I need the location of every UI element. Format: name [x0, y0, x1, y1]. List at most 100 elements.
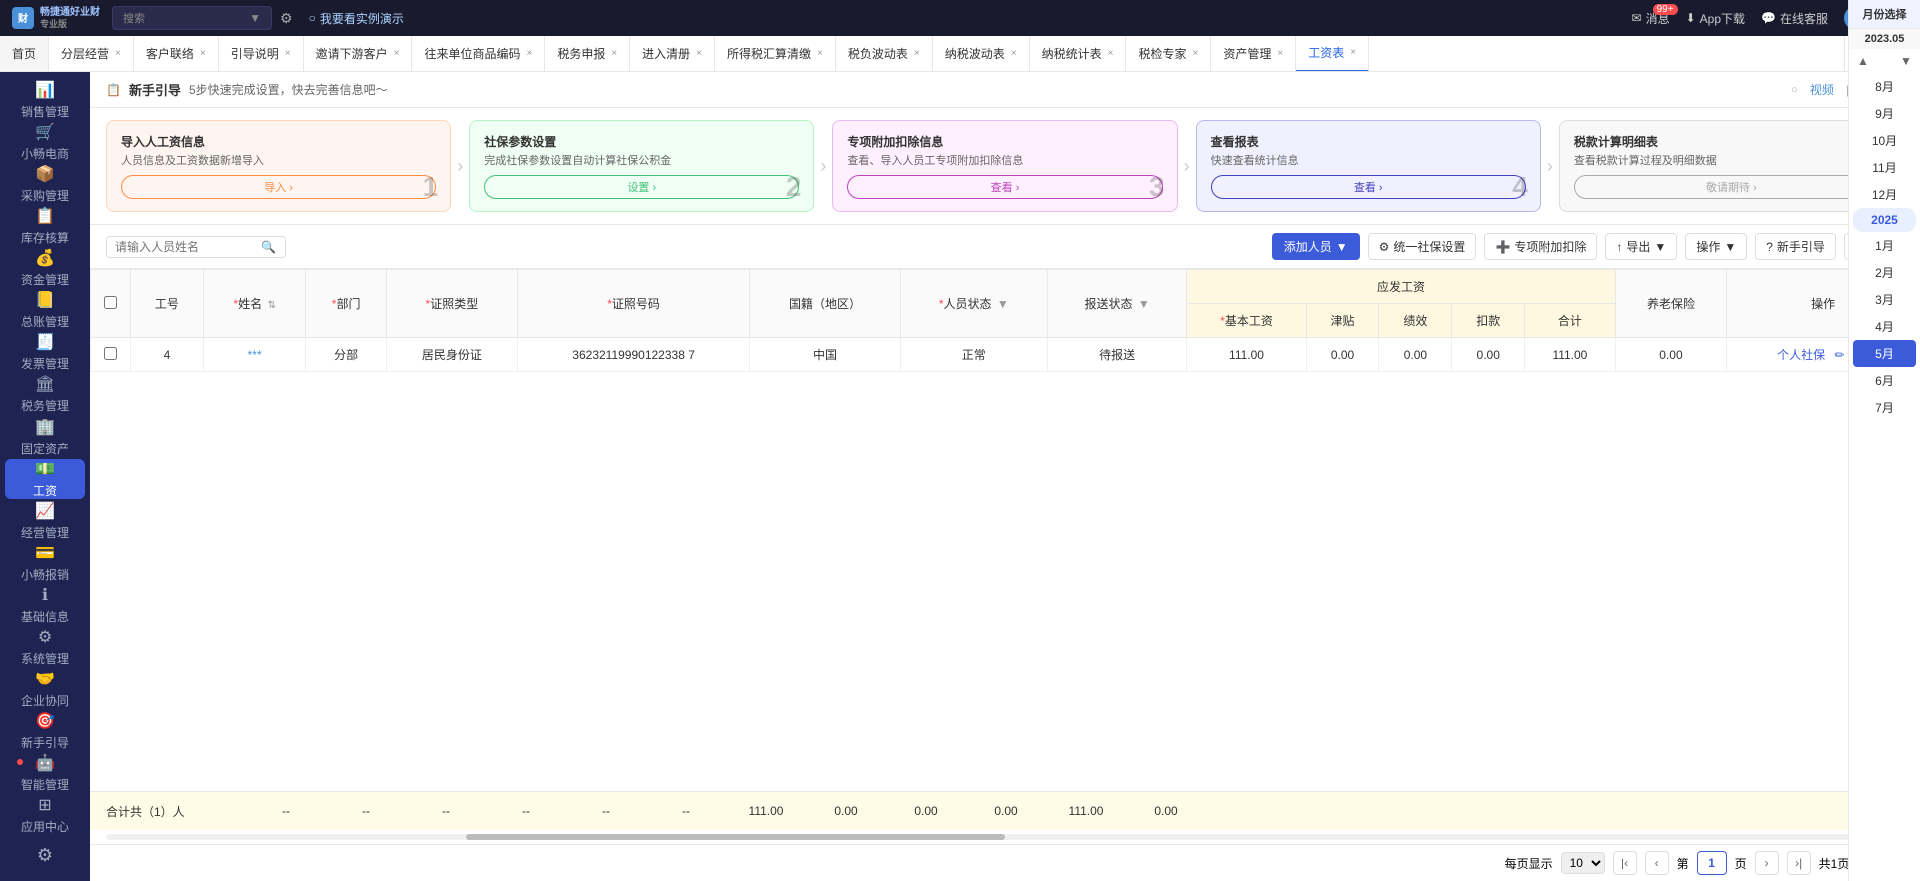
tab-close-icon[interactable]: ×: [1011, 48, 1017, 59]
tab-close-icon[interactable]: ×: [817, 48, 823, 59]
tab-close-icon[interactable]: ×: [914, 48, 920, 59]
new-guide-button[interactable]: ? 新手引导: [1755, 233, 1836, 260]
online-service-button[interactable]: 💬 在线客服: [1761, 10, 1828, 27]
tab-suodeshui[interactable]: 所得税汇算清缴 ×: [715, 36, 836, 72]
sidebar-item-basic[interactable]: ℹ 基础信息: [5, 585, 85, 625]
table-footer: 合计共（1）人 -- -- -- -- -- -- 111.00 0.00 0.…: [90, 791, 1920, 830]
month-item-1[interactable]: 1月: [1849, 232, 1920, 259]
message-button[interactable]: ✉ 消息 99+: [1632, 10, 1670, 27]
tab-close-icon[interactable]: ×: [200, 48, 206, 59]
gear-button[interactable]: ⚙: [5, 837, 85, 873]
month-item-6[interactable]: 6月: [1849, 367, 1920, 394]
sidebar-item-system[interactable]: ⚙ 系统管理: [5, 627, 85, 667]
month-item-7[interactable]: 7月: [1849, 394, 1920, 421]
month-item-5[interactable]: 5月: [1853, 340, 1916, 367]
tab-close-icon[interactable]: ×: [1108, 48, 1114, 59]
step-2-button[interactable]: 设置 ›: [484, 175, 799, 199]
search-input[interactable]: [115, 240, 255, 254]
tab-fengjing[interactable]: 分层经营 ×: [49, 36, 134, 72]
sidebar-item-inventory[interactable]: 📋 库存核算: [5, 206, 85, 246]
footer-allowance: 0.00: [806, 800, 886, 822]
video-link[interactable]: 视频: [1810, 81, 1834, 98]
sidebar-item-apps[interactable]: ⊞ 应用中心: [5, 795, 85, 835]
month-item-8[interactable]: 8月: [1849, 73, 1920, 100]
month-item-10[interactable]: 10月: [1849, 127, 1920, 154]
operations-button[interactable]: 操作 ▼: [1685, 233, 1747, 260]
tab-gongzi[interactable]: 工资表 ×: [1296, 36, 1369, 72]
month-item-3[interactable]: 3月: [1849, 286, 1920, 313]
tab-close-icon[interactable]: ×: [696, 48, 702, 59]
scroll-thumb[interactable]: [466, 834, 1005, 840]
tab-close-active-icon[interactable]: ×: [1350, 47, 1356, 58]
tab-close-icon[interactable]: ×: [394, 48, 400, 59]
month-item-2[interactable]: 2月: [1849, 259, 1920, 286]
add-person-button[interactable]: 添加人员 ▼: [1272, 233, 1360, 260]
th-status: *人员状态 ▼: [900, 270, 1047, 338]
tab-home[interactable]: 首页: [0, 36, 49, 72]
ai-dot: [17, 759, 23, 765]
sidebar-item-assets[interactable]: 🏢 固定资产: [5, 417, 85, 457]
tab-close-icon[interactable]: ×: [115, 48, 121, 59]
search-icon[interactable]: 🔍: [261, 240, 276, 254]
tab-kehulianlo[interactable]: 客户联络 ×: [134, 36, 219, 72]
sidebar-item-invoice[interactable]: 🧾 发票管理: [5, 332, 85, 372]
sidebar-item-expense[interactable]: 💳 小畅报销: [5, 543, 85, 583]
tab-close-icon[interactable]: ×: [611, 48, 617, 59]
operations-label: 操作: [1696, 238, 1720, 255]
select-all-checkbox[interactable]: [104, 296, 117, 309]
search-bar[interactable]: 搜索 ▼: [112, 6, 272, 30]
sidebar-item-ledger[interactable]: 📒 总账管理: [5, 290, 85, 330]
step-4-button[interactable]: 查看 ›: [1211, 175, 1526, 199]
page-size-select[interactable]: 10 20 50: [1561, 852, 1605, 874]
app-download-button[interactable]: ⬇ App下载: [1686, 10, 1745, 27]
page-next-button[interactable]: ›: [1755, 851, 1779, 875]
tab-wanglai[interactable]: 往来单位商品编码 ×: [412, 36, 545, 72]
tab-shuifu[interactable]: 税负波动表 ×: [836, 36, 933, 72]
social-security-icon: ⚙: [1379, 240, 1390, 254]
row-checkbox[interactable]: [104, 347, 117, 360]
settings-icon[interactable]: ⚙: [280, 10, 293, 27]
edit-icon[interactable]: ✏: [1835, 348, 1845, 362]
sidebar-item-finance[interactable]: 💰 资金管理: [5, 248, 85, 288]
sidebar-item-salary[interactable]: 💵 工资: [5, 459, 85, 499]
tab-shuijian[interactable]: 税检专家 ×: [1126, 36, 1211, 72]
sidebar-item-tax[interactable]: 🏛 税务管理: [5, 374, 85, 414]
tab-shuiwu[interactable]: 税务申报 ×: [545, 36, 630, 72]
month-item-11[interactable]: 11月: [1849, 154, 1920, 181]
step-5-button[interactable]: 敬请期待 ›: [1574, 175, 1889, 199]
message-badge: 99+: [1653, 4, 1678, 15]
month-item-4[interactable]: 4月: [1849, 313, 1920, 340]
sidebar-item-sales[interactable]: 📊 销售管理: [5, 80, 85, 120]
page-prev-button[interactable]: ‹: [1645, 851, 1669, 875]
sidebar-item-guide[interactable]: 🎯 新手引导: [5, 711, 85, 751]
page-first-button[interactable]: |‹: [1613, 851, 1637, 875]
step-3-button[interactable]: 查看 ›: [847, 175, 1162, 199]
export-button[interactable]: ↑ 导出 ▼: [1605, 233, 1677, 260]
page-last-button[interactable]: ›|: [1787, 851, 1811, 875]
tab-zichan[interactable]: 资产管理 ×: [1211, 36, 1296, 72]
tab-close-icon[interactable]: ×: [285, 48, 291, 59]
tab-nashui[interactable]: 纳税波动表 ×: [933, 36, 1030, 72]
tab-yaoqing[interactable]: 邀请下游客户 ×: [304, 36, 413, 72]
sidebar-item-operation[interactable]: 📈 经营管理: [5, 501, 85, 541]
scroll-track[interactable]: [106, 834, 1904, 840]
month-item-year-2025[interactable]: 2025: [1853, 208, 1916, 232]
special-deduction-button[interactable]: ➕ 专项附加扣除: [1484, 233, 1597, 260]
tab-close-icon[interactable]: ×: [1277, 48, 1283, 59]
search-input-wrapper[interactable]: 🔍: [106, 236, 286, 258]
step-1-button[interactable]: 导入 ›: [121, 175, 436, 199]
tab-nashuitongjl[interactable]: 纳税统计表 ×: [1030, 36, 1127, 72]
sidebar-item-ecommerce[interactable]: 🛒 小畅电商: [5, 122, 85, 162]
tab-jinru[interactable]: 进入清册 ×: [630, 36, 715, 72]
sidebar-item-purchase[interactable]: 📦 采购管理: [5, 164, 85, 204]
month-item-9[interactable]: 9月: [1849, 100, 1920, 127]
demo-link[interactable]: ○ 我要看实例演示: [309, 10, 404, 27]
month-item-12[interactable]: 12月: [1849, 181, 1920, 208]
personal-social-insurance-link[interactable]: 个人社保: [1777, 348, 1825, 362]
tab-yindao[interactable]: 引导说明 ×: [219, 36, 304, 72]
sidebar-item-ai[interactable]: 🤖 智能管理: [5, 753, 85, 793]
tab-close-icon[interactable]: ×: [1192, 48, 1198, 59]
tab-close-icon[interactable]: ×: [526, 48, 532, 59]
sidebar-item-collab[interactable]: 🤝 企业协同: [5, 669, 85, 709]
social-security-settings-button[interactable]: ⚙ 统一社保设置: [1368, 233, 1477, 260]
